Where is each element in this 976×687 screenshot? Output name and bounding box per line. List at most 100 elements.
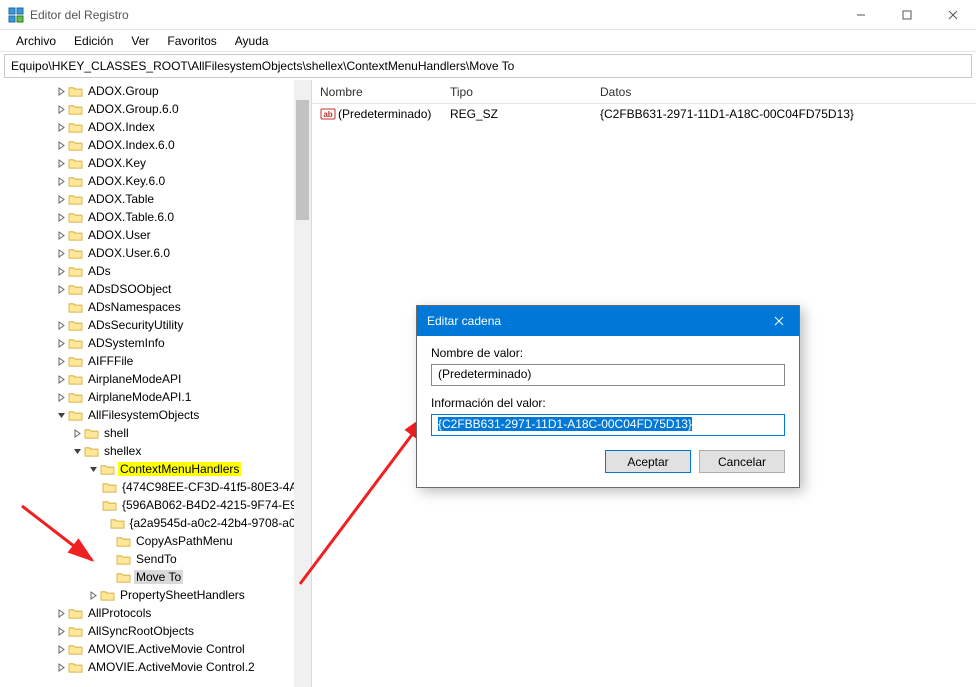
maximize-button[interactable] <box>884 0 930 30</box>
tree-item-label: {596AB062-B4D2-4215-9F74-E910 <box>120 498 312 512</box>
dialog-close-button[interactable] <box>759 306 799 336</box>
scrollbar-thumb[interactable] <box>296 100 309 220</box>
cancel-button[interactable]: Cancelar <box>699 450 785 473</box>
tree-item[interactable]: AllFilesystemObjects <box>0 406 311 424</box>
chevron-right-icon[interactable] <box>54 282 68 296</box>
tree-item[interactable]: shellex <box>0 442 311 460</box>
value-data-label: Información del valor: <box>431 396 785 410</box>
chevron-right-icon[interactable] <box>54 102 68 116</box>
folder-icon <box>68 211 83 224</box>
chevron-right-icon[interactable] <box>54 390 68 404</box>
list-header: Nombre Tipo Datos <box>312 80 976 104</box>
tree-item-label: ADOX.Index <box>86 120 157 134</box>
close-button[interactable] <box>930 0 976 30</box>
dialog-titlebar[interactable]: Editar cadena <box>417 306 799 336</box>
tree-item-label: AIFFFile <box>86 354 135 368</box>
chevron-right-icon[interactable] <box>54 318 68 332</box>
tree-item[interactable]: {596AB062-B4D2-4215-9F74-E910 <box>0 496 311 514</box>
chevron-right-icon[interactable] <box>54 192 68 206</box>
chevron-right-icon[interactable] <box>54 372 68 386</box>
tree-item[interactable]: ADOX.Index <box>0 118 311 136</box>
tree-item[interactable]: ADOX.Group.6.0 <box>0 100 311 118</box>
menu-favorites[interactable]: Favoritos <box>159 32 224 50</box>
tree-item[interactable]: ADOX.Table.6.0 <box>0 208 311 226</box>
folder-icon <box>68 247 83 260</box>
chevron-right-icon[interactable] <box>54 624 68 638</box>
menu-view[interactable]: Ver <box>123 32 157 50</box>
tree-item[interactable]: ADOX.Index.6.0 <box>0 136 311 154</box>
chevron-right-icon[interactable] <box>54 210 68 224</box>
tree-item[interactable]: AMOVIE.ActiveMovie Control.2 <box>0 658 311 676</box>
chevron-right-icon[interactable] <box>54 642 68 656</box>
chevron-right-icon[interactable] <box>54 156 68 170</box>
col-header-type[interactable]: Tipo <box>442 85 592 99</box>
registry-tree[interactable]: ADOX.GroupADOX.Group.6.0 ADOX.Index ADOX.I… <box>0 80 311 678</box>
tree-item[interactable]: ADOX.Key <box>0 154 311 172</box>
tree-item[interactable]: ADsSecurityUtility <box>0 316 311 334</box>
chevron-right-icon[interactable] <box>54 660 68 674</box>
tree-item-label: PropertySheetHandlers <box>118 588 247 602</box>
value-name-label: Nombre de valor: <box>431 346 785 360</box>
value-data-field[interactable]: {C2FBB631-2971-11D1-A18C-00C04FD75D13} <box>431 414 785 436</box>
tree-item[interactable]: ADOX.User.6.0 <box>0 244 311 262</box>
tree-item[interactable]: ADsDSOObject <box>0 280 311 298</box>
tree-item-label: ContextMenuHandlers <box>118 462 241 476</box>
col-header-data[interactable]: Datos <box>592 85 976 99</box>
chevron-right-icon[interactable] <box>54 138 68 152</box>
menu-help[interactable]: Ayuda <box>227 32 277 50</box>
tree-item[interactable]: {a2a9545d-a0c2-42b4-9708-a0b2 <box>0 514 311 532</box>
tree-item[interactable]: Move To <box>0 568 311 586</box>
chevron-right-icon[interactable] <box>54 246 68 260</box>
tree-item-label: ADOX.Key <box>86 156 148 170</box>
ok-button[interactable]: Aceptar <box>605 450 691 473</box>
tree-item[interactable]: ADOX.Table <box>0 190 311 208</box>
tree-item-label: AllSyncRootObjects <box>86 624 196 638</box>
tree-item[interactable]: ADsNamespaces <box>0 298 311 316</box>
tree-item[interactable]: AllProtocols <box>0 604 311 622</box>
col-header-name[interactable]: Nombre <box>312 85 442 99</box>
tree-item[interactable]: ContextMenuHandlers <box>0 460 311 478</box>
tree-item[interactable]: AllSyncRootObjects <box>0 622 311 640</box>
tree-item[interactable]: AirplaneModeAPI.1 <box>0 388 311 406</box>
menu-edit[interactable]: Edición <box>66 32 121 50</box>
tree-item[interactable]: CopyAsPathMenu <box>0 532 311 550</box>
chevron-right-icon[interactable] <box>54 228 68 242</box>
tree-item[interactable]: SendTo <box>0 550 311 568</box>
tree-item[interactable]: AirplaneModeAPI <box>0 370 311 388</box>
chevron-right-icon[interactable] <box>54 264 68 278</box>
tree-item-label: {474C98EE-CF3D-41f5-80E3-4AAE <box>120 480 312 494</box>
tree-item[interactable]: ADOX.Key.6.0 <box>0 172 311 190</box>
tree-item-label: ADs <box>86 264 113 278</box>
tree-item[interactable]: {474C98EE-CF3D-41f5-80E3-4AAE <box>0 478 311 496</box>
folder-icon <box>68 139 83 152</box>
chevron-right-icon[interactable] <box>86 588 100 602</box>
chevron-right-icon[interactable] <box>54 174 68 188</box>
folder-icon <box>68 643 83 656</box>
chevron-right-icon[interactable] <box>54 336 68 350</box>
tree-item[interactable]: AIFFFile <box>0 352 311 370</box>
address-bar[interactable]: Equipo\HKEY_CLASSES_ROOT\AllFilesystemOb… <box>4 54 972 78</box>
chevron-right-icon[interactable] <box>54 120 68 134</box>
tree-item[interactable]: ADOX.Group <box>0 82 311 100</box>
chevron-right-icon[interactable] <box>54 354 68 368</box>
tree-scrollbar[interactable] <box>294 80 311 687</box>
value-name-field[interactable]: (Predeterminado) <box>431 364 785 386</box>
chevron-down-icon[interactable] <box>86 462 100 476</box>
chevron-right-icon[interactable] <box>70 426 84 440</box>
menu-file[interactable]: Archivo <box>8 32 64 50</box>
tree-item[interactable]: PropertySheetHandlers <box>0 586 311 604</box>
minimize-button[interactable] <box>838 0 884 30</box>
tree-item[interactable]: ADs <box>0 262 311 280</box>
tree-item[interactable]: shell <box>0 424 311 442</box>
tree-item[interactable]: ADSystemInfo <box>0 334 311 352</box>
chevron-down-icon[interactable] <box>70 444 84 458</box>
list-row[interactable]: ab(Predeterminado)REG_SZ{C2FBB631-2971-1… <box>312 104 976 124</box>
tree-item[interactable]: ADOX.User <box>0 226 311 244</box>
folder-icon <box>116 535 131 548</box>
folder-icon <box>100 463 115 476</box>
chevron-right-icon[interactable] <box>54 84 68 98</box>
folder-icon <box>68 409 83 422</box>
tree-item[interactable]: AMOVIE.ActiveMovie Control <box>0 640 311 658</box>
chevron-right-icon[interactable] <box>54 606 68 620</box>
chevron-down-icon[interactable] <box>54 408 68 422</box>
